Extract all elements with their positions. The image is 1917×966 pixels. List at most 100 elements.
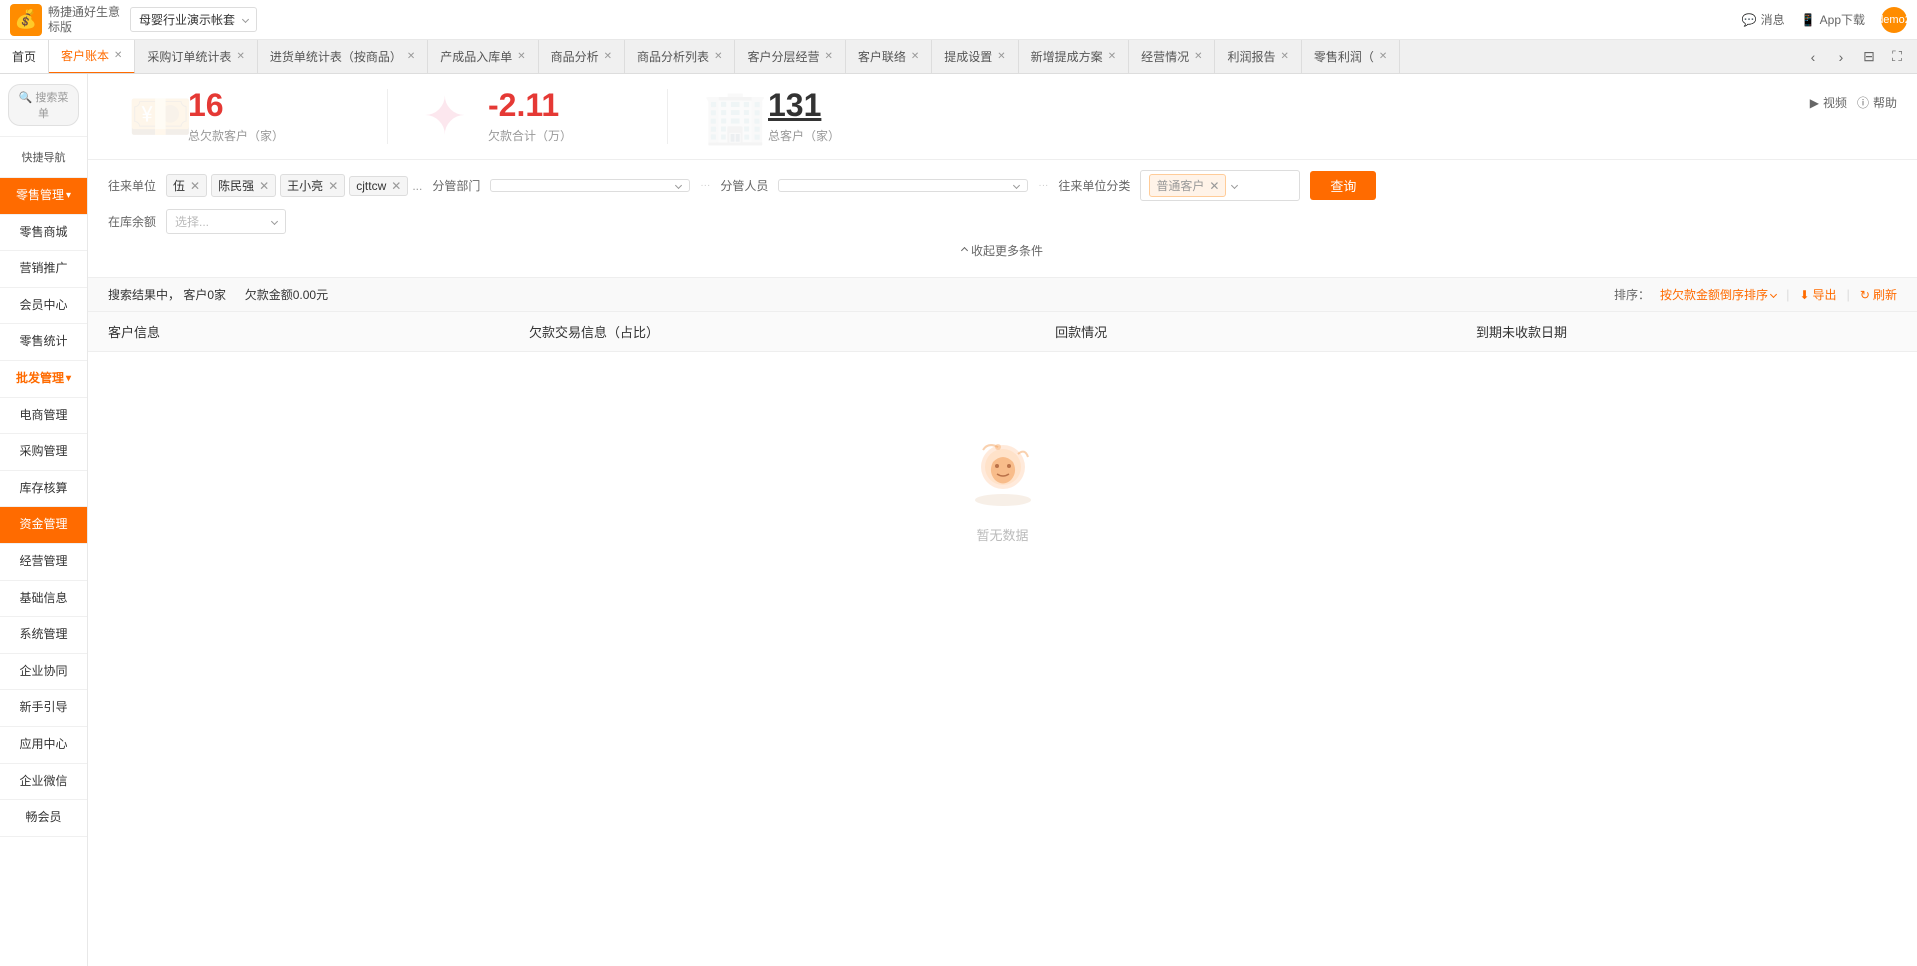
- tab-prev-button[interactable]: ‹: [1801, 45, 1825, 69]
- chevron-down-icon-sort: [1770, 291, 1777, 298]
- tab-accounts[interactable]: 客户账本 ✕: [49, 40, 135, 74]
- query-button[interactable]: 查询: [1310, 171, 1376, 200]
- tab-customer-contact[interactable]: 客户联络 ✕: [846, 40, 932, 74]
- tab-promotion-settings[interactable]: 提成设置 ✕: [932, 40, 1018, 74]
- messages-button[interactable]: 💬 消息: [1742, 11, 1785, 28]
- tab-inbound-stats[interactable]: 进货单统计表（按商品） ✕: [258, 40, 428, 74]
- search-menu-button[interactable]: 🔍 搜索菜单: [8, 84, 79, 126]
- tab-goods-analysis[interactable]: 商品分析 ✕: [539, 40, 625, 74]
- tab-production-inbound[interactable]: 产成品入库单 ✕: [428, 40, 538, 74]
- close-tab-customer-contact[interactable]: ✕: [911, 51, 919, 62]
- close-tab-accounts[interactable]: ✕: [114, 50, 122, 61]
- filter-row-2: 在库余额 选择...: [108, 209, 1897, 234]
- expand-icon: ▾: [66, 189, 71, 202]
- stat-value-customers: 16: [188, 89, 224, 121]
- sidebar-item-enterprise-wechat[interactable]: 企业微信: [0, 764, 87, 801]
- app-download-button[interactable]: 📱 App下载: [1801, 11, 1865, 28]
- stat-bg-icon-1: 💴: [128, 86, 193, 147]
- org-selector[interactable]: 母婴行业演示帐套: [130, 7, 257, 32]
- tab-new-promotion-plan[interactable]: 新增提成方案 ✕: [1019, 40, 1129, 74]
- sidebar-item-marketing[interactable]: 营销推广: [0, 251, 87, 288]
- filter-tag-wu: 伍 ✕: [166, 174, 207, 197]
- remove-tag-unit-type[interactable]: ✕: [1209, 179, 1219, 193]
- person-expand-icon: ···: [1038, 180, 1048, 191]
- chevron-down-icon-dept: [675, 182, 682, 189]
- download-icon: 📱: [1801, 13, 1816, 27]
- quick-nav-item[interactable]: 快捷导航: [8, 143, 79, 171]
- collapse-button[interactable]: 收起更多条件: [958, 238, 1047, 263]
- tab-customer-segment[interactable]: 客户分层经营 ✕: [735, 40, 845, 74]
- close-tab-new-promotion-plan[interactable]: ✕: [1108, 51, 1116, 62]
- sidebar-item-basic-info[interactable]: 基础信息: [0, 581, 87, 618]
- filter-tag-wang: 王小亮 ✕: [280, 174, 345, 197]
- results-bar: 搜索结果中， 客户0家 欠款金额0.00元 排序： 按欠款金额倒序排序 | ⬇ …: [88, 278, 1917, 312]
- logo-area: 💰 畅捷通好生意 标版: [10, 4, 120, 36]
- empty-state: 暂无数据: [88, 352, 1917, 624]
- close-tab-production-inbound[interactable]: ✕: [517, 51, 525, 62]
- tab-next-button[interactable]: ›: [1829, 45, 1853, 69]
- filter-area: 往来单位 伍 ✕ 陈民强 ✕ 王小亮 ✕ cjttcw: [88, 160, 1917, 278]
- quick-nav-button[interactable]: 快捷导航: [0, 137, 87, 178]
- sidebar-item-member-center[interactable]: 会员中心: [0, 288, 87, 325]
- sidebar-item-enterprise-coop[interactable]: 企业协同: [0, 654, 87, 691]
- export-button[interactable]: ⬇ 导出: [1799, 286, 1836, 303]
- person-select[interactable]: [778, 179, 1028, 192]
- video-help-area: ▶ 视频 ⓘ 帮助: [1810, 89, 1897, 144]
- tab-fullscreen-button[interactable]: ⛶: [1885, 45, 1909, 69]
- sort-select[interactable]: 按欠款金额倒序排序: [1660, 286, 1776, 303]
- tab-menu-button[interactable]: ⊟: [1857, 45, 1881, 69]
- remove-tag-chen[interactable]: ✕: [259, 179, 269, 193]
- close-tab-customer-segment[interactable]: ✕: [824, 51, 832, 62]
- tab-profit-report[interactable]: 利润报告 ✕: [1215, 40, 1301, 74]
- sidebar-item-finance[interactable]: 资金管理: [0, 507, 87, 544]
- close-tab-inbound-stats[interactable]: ✕: [407, 51, 415, 62]
- search-icon: 🔍: [19, 92, 33, 104]
- close-tab-promotion-settings[interactable]: ✕: [997, 51, 1005, 62]
- sidebar-item-wholesale-mgmt[interactable]: 批发管理 ▾: [0, 361, 87, 398]
- stat-label-debt: 欠款合计（万）: [488, 127, 572, 144]
- avatar[interactable]: demo2: [1881, 7, 1907, 33]
- sidebar-item-ecommerce[interactable]: 电商管理: [0, 398, 87, 435]
- tab-goods-analysis-list[interactable]: 商品分析列表 ✕: [625, 40, 735, 74]
- unit-type-select[interactable]: 普通客户 ✕: [1140, 170, 1300, 201]
- sidebar-item-inventory[interactable]: 库存核算: [0, 471, 87, 508]
- help-button[interactable]: ⓘ 帮助: [1857, 94, 1897, 111]
- tab-home[interactable]: 首页: [0, 40, 49, 74]
- sort-label: 排序：: [1614, 286, 1650, 303]
- stat-label-total-clients: 总客户（家）: [768, 127, 840, 144]
- stat-value-debt: -2.11: [488, 89, 559, 121]
- sidebar-item-vip-member[interactable]: 畅会员: [0, 800, 87, 837]
- dept-select[interactable]: [490, 179, 690, 192]
- close-tab-goods-analysis-list[interactable]: ✕: [714, 51, 722, 62]
- stat-bg-icon-3: 🏢: [703, 86, 768, 147]
- stat-label-customers: 总欠款客户（家）: [188, 127, 284, 144]
- stat-total-debt-customers: 💴 16 总欠款客户（家）: [108, 89, 388, 144]
- sidebar-item-retail-mall[interactable]: 零售商城: [0, 215, 87, 252]
- th-repayment: 回款情况: [1055, 322, 1476, 341]
- sidebar-item-retail-stats[interactable]: 零售统计: [0, 324, 87, 361]
- remove-tag-cjttcw[interactable]: ✕: [391, 179, 401, 193]
- tab-retail-profit[interactable]: 零售利润（ ✕: [1302, 40, 1400, 74]
- tab-purchase-orders[interactable]: 采购订单统计表 ✕: [135, 40, 257, 74]
- sidebar-item-retail-mgmt[interactable]: 零售管理 ▾: [0, 178, 87, 215]
- logo-text: 畅捷通好生意 标版: [48, 5, 120, 34]
- close-tab-retail-profit[interactable]: ✕: [1379, 51, 1387, 62]
- close-tab-profit-report[interactable]: ✕: [1281, 51, 1289, 62]
- remove-tag-wang[interactable]: ✕: [328, 179, 338, 193]
- sidebar-item-system-mgmt[interactable]: 系统管理: [0, 617, 87, 654]
- sidebar-item-operations[interactable]: 经营管理: [0, 544, 87, 581]
- close-tab-business-status[interactable]: ✕: [1194, 51, 1202, 62]
- close-tab-purchase-orders[interactable]: ✕: [236, 51, 244, 62]
- balance-select[interactable]: 选择...: [166, 209, 286, 234]
- th-debt-info: 欠款交易信息（占比）: [529, 322, 1055, 341]
- sidebar-item-new-guide[interactable]: 新手引导: [0, 690, 87, 727]
- filter-tags-more[interactable]: ...: [412, 179, 422, 193]
- sidebar-item-purchase[interactable]: 采购管理: [0, 434, 87, 471]
- refresh-button[interactable]: ↻ 刷新: [1860, 286, 1897, 303]
- tab-business-status[interactable]: 经营情况 ✕: [1129, 40, 1215, 74]
- video-icon: ▶: [1810, 96, 1819, 110]
- remove-tag-wu[interactable]: ✕: [190, 179, 200, 193]
- close-tab-goods-analysis[interactable]: ✕: [604, 51, 612, 62]
- video-button[interactable]: ▶ 视频: [1810, 94, 1847, 111]
- sidebar-item-app-center[interactable]: 应用中心: [0, 727, 87, 764]
